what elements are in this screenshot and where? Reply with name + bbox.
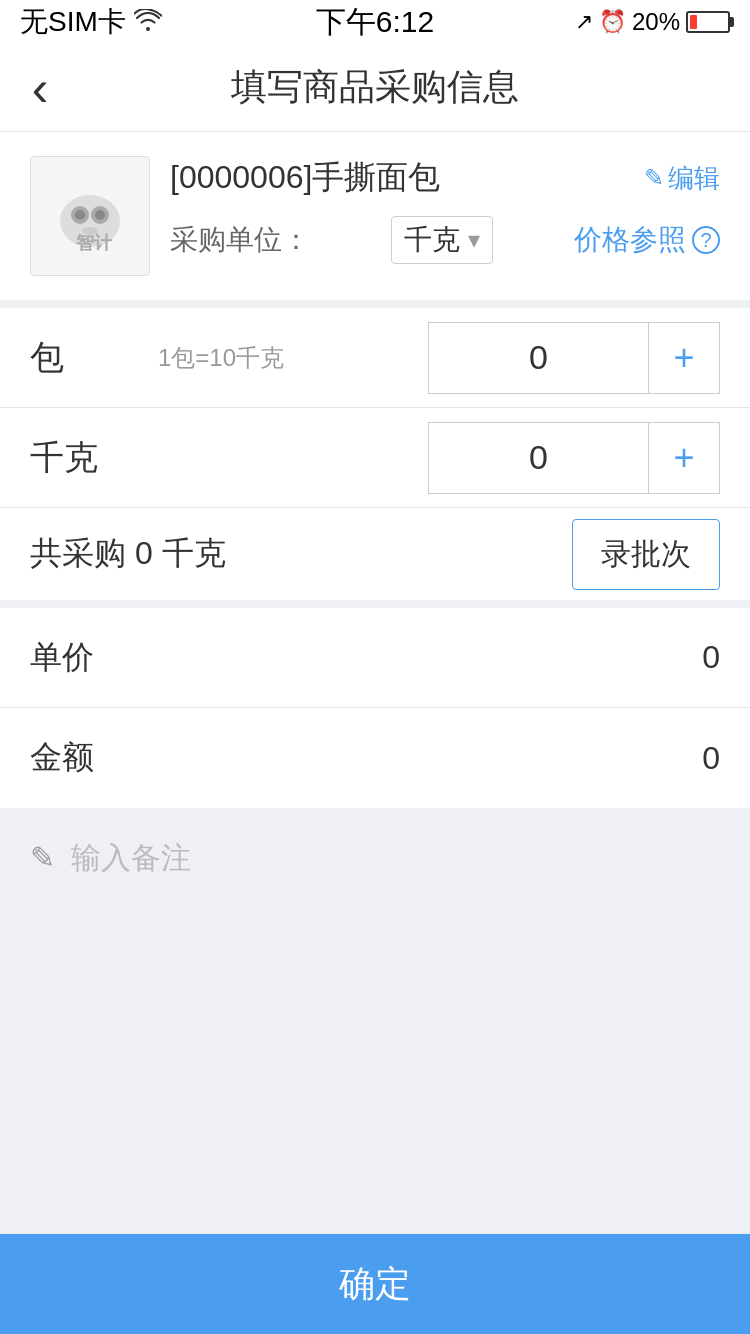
unit-price-row: 单价 0 bbox=[0, 608, 750, 708]
qty-label-bag: 包 bbox=[30, 335, 150, 381]
unit-select[interactable]: 千克 ▾ bbox=[391, 216, 493, 264]
price-info-section: 单价 0 金额 0 bbox=[0, 608, 750, 808]
unit-price-value: 0 bbox=[702, 639, 720, 676]
product-info: [0000006]手撕面包 ✎ 编辑 采购单位： 千克 ▾ 价格参照 ? bbox=[170, 156, 720, 264]
amount-label: 金额 bbox=[30, 736, 94, 780]
unit-price-label: 单价 bbox=[30, 636, 94, 680]
alarm-icon: ⏰ bbox=[599, 9, 626, 35]
product-card: 智计 [0000006]手撕面包 ✎ 编辑 采购单位： 千克 ▾ 价格参照 ? bbox=[0, 132, 750, 308]
record-batch-button[interactable]: 录批次 bbox=[572, 519, 720, 590]
svg-point-3 bbox=[75, 210, 85, 220]
amount-row: 金额 0 bbox=[0, 708, 750, 808]
battery-icon bbox=[686, 11, 730, 33]
amount-value: 0 bbox=[702, 740, 720, 777]
remark-placeholder: 输入备注 bbox=[71, 838, 191, 879]
confirm-button-label: 确定 bbox=[339, 1260, 411, 1309]
edit-button[interactable]: ✎ 编辑 bbox=[644, 161, 720, 196]
status-right: ↗ ⏰ 20% bbox=[575, 8, 730, 36]
status-left: 无SIM卡 bbox=[20, 3, 162, 41]
price-ref-button[interactable]: 价格参照 ? bbox=[574, 221, 720, 259]
quantity-row-kg: 千克 + bbox=[0, 408, 750, 508]
svg-point-4 bbox=[95, 210, 105, 220]
purchase-unit-label: 采购单位： bbox=[170, 221, 310, 259]
product-name-row: [0000006]手撕面包 ✎ 编辑 bbox=[170, 156, 720, 200]
product-name: [0000006]手撕面包 bbox=[170, 156, 440, 200]
battery-fill bbox=[690, 15, 697, 29]
edit-icon: ✎ bbox=[644, 164, 664, 192]
page-title: 填写商品采购信息 bbox=[231, 63, 519, 112]
carrier-text: 无SIM卡 bbox=[20, 3, 126, 41]
back-button[interactable]: ‹ bbox=[0, 44, 80, 132]
status-bar: 无SIM卡 下午6:12 ↗ ⏰ 20% bbox=[0, 0, 750, 44]
qty-label-kg: 千克 bbox=[30, 435, 150, 481]
qty-sublabel-bag: 1包=10千克 bbox=[158, 342, 428, 374]
purchase-unit-row: 采购单位： 千克 ▾ 价格参照 ? bbox=[170, 216, 720, 264]
battery-percent: 20% bbox=[632, 8, 680, 36]
unit-value: 千克 bbox=[404, 221, 460, 259]
plus-icon-kg: + bbox=[673, 437, 694, 479]
remark-section[interactable]: ✎ 输入备注 bbox=[0, 808, 750, 1008]
qty-input-group-bag: + bbox=[428, 322, 720, 394]
total-label: 共采购 0 千克 bbox=[30, 532, 226, 576]
qty-input-kg[interactable] bbox=[428, 422, 648, 494]
quantity-row-bag: 包 1包=10千克 + bbox=[0, 308, 750, 408]
pencil-icon: ✎ bbox=[30, 840, 55, 875]
status-time: 下午6:12 bbox=[316, 2, 434, 43]
nav-bar: ‹ 填写商品采购信息 bbox=[0, 44, 750, 132]
qty-input-group-kg: + bbox=[428, 422, 720, 494]
location-icon: ↗ bbox=[575, 9, 593, 35]
confirm-button[interactable]: 确定 bbox=[0, 1234, 750, 1334]
qty-plus-kg[interactable]: + bbox=[648, 422, 720, 494]
product-image-inner: 智计 bbox=[31, 157, 149, 275]
edit-label: 编辑 bbox=[668, 161, 720, 196]
back-icon: ‹ bbox=[32, 63, 49, 113]
total-row: 共采购 0 千克 录批次 bbox=[0, 508, 750, 608]
chevron-down-icon: ▾ bbox=[468, 226, 480, 254]
product-image: 智计 bbox=[30, 156, 150, 276]
svg-text:智计: 智计 bbox=[75, 233, 113, 251]
qty-input-bag[interactable] bbox=[428, 322, 648, 394]
info-icon: ? bbox=[692, 226, 720, 254]
plus-icon-bag: + bbox=[673, 337, 694, 379]
wifi-icon bbox=[134, 6, 162, 38]
price-ref-label: 价格参照 bbox=[574, 221, 686, 259]
qty-plus-bag[interactable]: + bbox=[648, 322, 720, 394]
quantity-section: 包 1包=10千克 + 千克 + bbox=[0, 308, 750, 508]
